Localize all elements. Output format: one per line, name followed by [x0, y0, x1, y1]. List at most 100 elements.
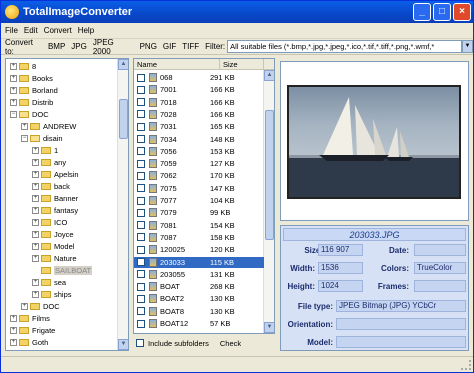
scroll-down-icon[interactable]: ▼ [118, 339, 128, 350]
collapse-icon[interactable]: − [10, 111, 17, 118]
format-gif-button[interactable]: GIF [163, 42, 176, 51]
expand-icon[interactable]: + [32, 195, 39, 202]
file-checkbox[interactable] [137, 98, 145, 107]
expand-icon[interactable]: + [10, 339, 17, 346]
file-row[interactable]: 7028 166 KB [134, 109, 264, 120]
file-row[interactable]: 7062 170 KB [134, 170, 264, 181]
expand-icon[interactable]: + [32, 279, 39, 286]
tree-item[interactable]: SAILBOAT [32, 265, 93, 276]
file-scroll-thumb[interactable] [265, 110, 274, 240]
tree-item[interactable]: + Borland [10, 85, 58, 96]
scroll-up-icon[interactable]: ▲ [264, 70, 274, 81]
expand-icon[interactable]: + [32, 183, 39, 190]
tree-item[interactable]: − disain [21, 133, 63, 144]
expand-icon[interactable]: + [10, 87, 17, 94]
tree-item[interactable]: + any [32, 157, 66, 168]
tree-item[interactable]: + Apelsin [32, 169, 79, 180]
file-checkbox[interactable] [137, 159, 145, 168]
file-checkbox[interactable] [137, 258, 145, 266]
close-button[interactable]: × [453, 3, 471, 21]
file-checkbox[interactable] [137, 307, 145, 316]
tree-scrollbar[interactable]: ▲ ▼ [117, 59, 128, 350]
tree-item[interactable]: + sea [32, 277, 66, 288]
filter-select[interactable]: All suitable files (*.bmp,*.jpg,*.jpeg,*… [227, 40, 463, 53]
file-row[interactable]: 7075 147 KB [134, 183, 264, 194]
format-jpg-button[interactable]: JPG [71, 42, 87, 51]
expand-icon[interactable]: + [32, 219, 39, 226]
tree-item[interactable]: + ICO [32, 217, 67, 228]
tree-item[interactable]: + fantasy [32, 205, 78, 216]
file-checkbox[interactable] [137, 233, 145, 242]
file-list-scrollbar[interactable]: ▲ ▼ [263, 70, 274, 333]
file-checkbox[interactable] [137, 147, 145, 156]
expand-icon[interactable]: + [32, 171, 39, 178]
expand-icon[interactable]: + [21, 123, 28, 130]
file-checkbox[interactable] [137, 294, 145, 303]
file-list[interactable]: Name Size ▲ ▼ 068 291 KB 7001 166 KB 7018 166… [133, 58, 275, 334]
column-name-header[interactable]: Name [134, 59, 220, 69]
tree-item[interactable]: + DOC [21, 301, 60, 312]
file-row[interactable]: BOAT2 130 KB [134, 293, 264, 304]
tree-item[interactable]: + ANDREW [21, 121, 76, 132]
file-checkbox[interactable] [137, 221, 145, 230]
file-row[interactable]: 7079 99 KB [134, 207, 264, 218]
tree-item[interactable]: + back [32, 181, 70, 192]
file-row[interactable]: 7059 127 KB [134, 158, 264, 169]
tree-item[interactable]: + Books [10, 73, 53, 84]
file-checkbox[interactable] [137, 135, 145, 143]
format-png-button[interactable]: PNG [140, 42, 157, 51]
file-row[interactable]: 068 291 KB [134, 72, 264, 83]
tree-scroll-thumb[interactable] [119, 99, 128, 139]
tree-item[interactable]: + Distrib [10, 97, 53, 108]
folder-tree[interactable]: ▲ ▼ +8 + Books + Borland + Distrib − DOC + ANDREW −… [5, 58, 129, 351]
minimize-button[interactable]: _ [413, 3, 431, 21]
tree-item[interactable]: + Films [10, 313, 50, 324]
file-checkbox[interactable] [137, 171, 145, 180]
expand-icon[interactable]: + [32, 147, 39, 154]
menu-convert[interactable]: Convert [44, 26, 72, 35]
tree-item[interactable]: − DOC [10, 109, 49, 120]
column-size-header[interactable]: Size [220, 59, 264, 69]
file-checkbox[interactable] [137, 85, 145, 94]
file-checkbox[interactable] [137, 282, 145, 291]
menu-help[interactable]: Help [78, 26, 94, 35]
expand-icon[interactable]: + [10, 99, 17, 106]
file-row[interactable]: 7087 158 KB [134, 232, 264, 243]
file-row[interactable]: BOAT12 57 KB [134, 318, 264, 329]
file-row[interactable]: 120025 120 KB [134, 244, 264, 255]
expand-icon[interactable]: + [32, 159, 39, 166]
file-row[interactable]: 7001 166 KB [134, 84, 264, 95]
collapse-icon[interactable]: − [21, 135, 28, 142]
expand-icon[interactable]: + [21, 303, 28, 310]
format-tiff-button[interactable]: TIFF [182, 42, 199, 51]
menu-file[interactable]: File [5, 26, 18, 35]
expand-icon[interactable]: + [32, 207, 39, 214]
file-checkbox[interactable] [137, 196, 145, 205]
file-checkbox[interactable] [137, 208, 145, 217]
tree-item[interactable]: + Nature [32, 253, 77, 264]
expand-icon[interactable]: + [32, 255, 39, 262]
file-row[interactable]: BOAT 268 KB [134, 281, 264, 292]
tree-item[interactable]: + Frigate [10, 325, 55, 336]
include-subfolders-checkbox[interactable] [136, 339, 144, 347]
tree-item[interactable]: + Model [32, 241, 74, 252]
file-checkbox[interactable] [137, 73, 145, 82]
chevron-down-icon[interactable]: ▼ [462, 40, 473, 53]
file-row[interactable]: 7077 104 KB [134, 195, 264, 206]
format-jpeg2000-button[interactable]: JPEG 2000 [93, 38, 134, 56]
file-checkbox[interactable] [137, 122, 145, 131]
check-button[interactable]: Check [217, 338, 244, 349]
format-bmp-button[interactable]: BMP [48, 42, 65, 51]
tree-item[interactable]: +8 [10, 61, 36, 72]
file-row[interactable]: BOAT8 130 KB [134, 306, 264, 317]
tree-item[interactable]: + Goth [10, 337, 48, 348]
expand-icon[interactable]: + [32, 243, 39, 250]
tree-item[interactable]: + Banner [32, 193, 78, 204]
file-checkbox[interactable] [137, 184, 145, 193]
file-row[interactable]: 203033 115 KB [134, 256, 264, 268]
menu-edit[interactable]: Edit [24, 26, 38, 35]
expand-icon[interactable]: + [32, 231, 39, 238]
expand-icon[interactable]: + [10, 63, 17, 70]
file-checkbox[interactable] [137, 245, 145, 254]
file-row[interactable]: 7056 153 KB [134, 146, 264, 157]
